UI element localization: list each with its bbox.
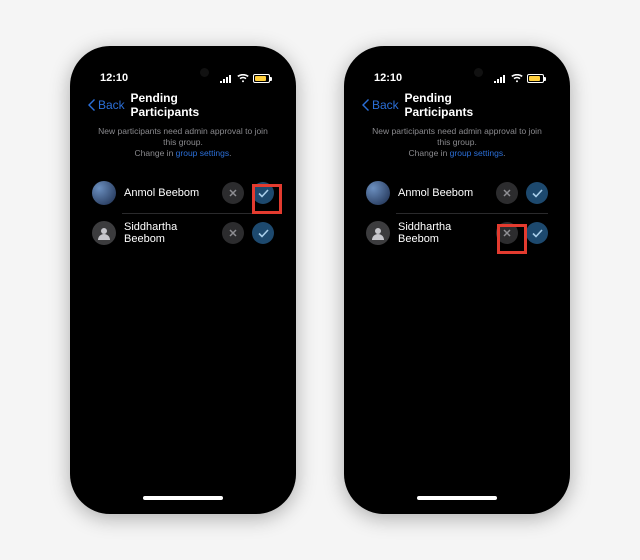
- approve-button[interactable]: [252, 222, 274, 244]
- back-label: Back: [372, 98, 399, 112]
- battery-icon: [527, 74, 544, 83]
- wifi-icon: [511, 74, 523, 83]
- signal-icon: [494, 74, 507, 83]
- phone-frame-left: 12:10 Back Pending Participants New part…: [70, 46, 296, 514]
- page-title: Pending Participants: [405, 91, 510, 119]
- participant-name: Siddhartha Beebom: [124, 221, 214, 245]
- avatar: [366, 181, 390, 205]
- participant-list: Anmol Beebom Siddhartha Beebom: [78, 173, 288, 253]
- approve-button[interactable]: [526, 182, 548, 204]
- reject-button[interactable]: [222, 182, 244, 204]
- nav-bar: Back Pending Participants: [78, 90, 288, 122]
- status-time: 12:10: [374, 72, 402, 84]
- participant-name: Siddhartha Beebom: [398, 221, 488, 245]
- screen: 12:10 Back Pending Participants New part…: [352, 54, 562, 506]
- wifi-icon: [237, 74, 249, 83]
- avatar: [92, 221, 116, 245]
- page-title: Pending Participants: [131, 91, 236, 119]
- screen: 12:10 Back Pending Participants New part…: [78, 54, 288, 506]
- participant-list: Anmol Beebom Siddhartha Beebom: [352, 173, 562, 253]
- reject-button[interactable]: [222, 222, 244, 244]
- home-indicator: [417, 496, 497, 500]
- battery-icon: [253, 74, 270, 83]
- back-button[interactable]: Back: [88, 98, 125, 112]
- participant-row: Anmol Beebom: [78, 173, 288, 213]
- phone-frame-right: 12:10 Back Pending Participants New part…: [344, 46, 570, 514]
- participant-row: Anmol Beebom: [352, 173, 562, 213]
- avatar: [92, 181, 116, 205]
- back-button[interactable]: Back: [362, 98, 399, 112]
- reject-button[interactable]: [496, 182, 518, 204]
- home-indicator: [143, 496, 223, 500]
- status-indicators: [220, 74, 270, 83]
- group-settings-link[interactable]: group settings: [176, 148, 229, 158]
- notch: [149, 64, 217, 82]
- status-time: 12:10: [100, 72, 128, 84]
- status-indicators: [494, 74, 544, 83]
- approve-button[interactable]: [526, 222, 548, 244]
- participant-row: Siddhartha Beebom: [352, 213, 562, 253]
- notice-text: New participants need admin approval to …: [352, 122, 562, 173]
- avatar: [366, 221, 390, 245]
- nav-bar: Back Pending Participants: [352, 90, 562, 122]
- participant-name: Anmol Beebom: [398, 187, 488, 199]
- notice-text: New participants need admin approval to …: [78, 122, 288, 173]
- back-label: Back: [98, 98, 125, 112]
- signal-icon: [220, 74, 233, 83]
- notch: [423, 64, 491, 82]
- participant-name: Anmol Beebom: [124, 187, 214, 199]
- approve-button[interactable]: [252, 182, 274, 204]
- participant-row: Siddhartha Beebom: [78, 213, 288, 253]
- group-settings-link[interactable]: group settings: [450, 148, 503, 158]
- reject-button[interactable]: [496, 222, 518, 244]
